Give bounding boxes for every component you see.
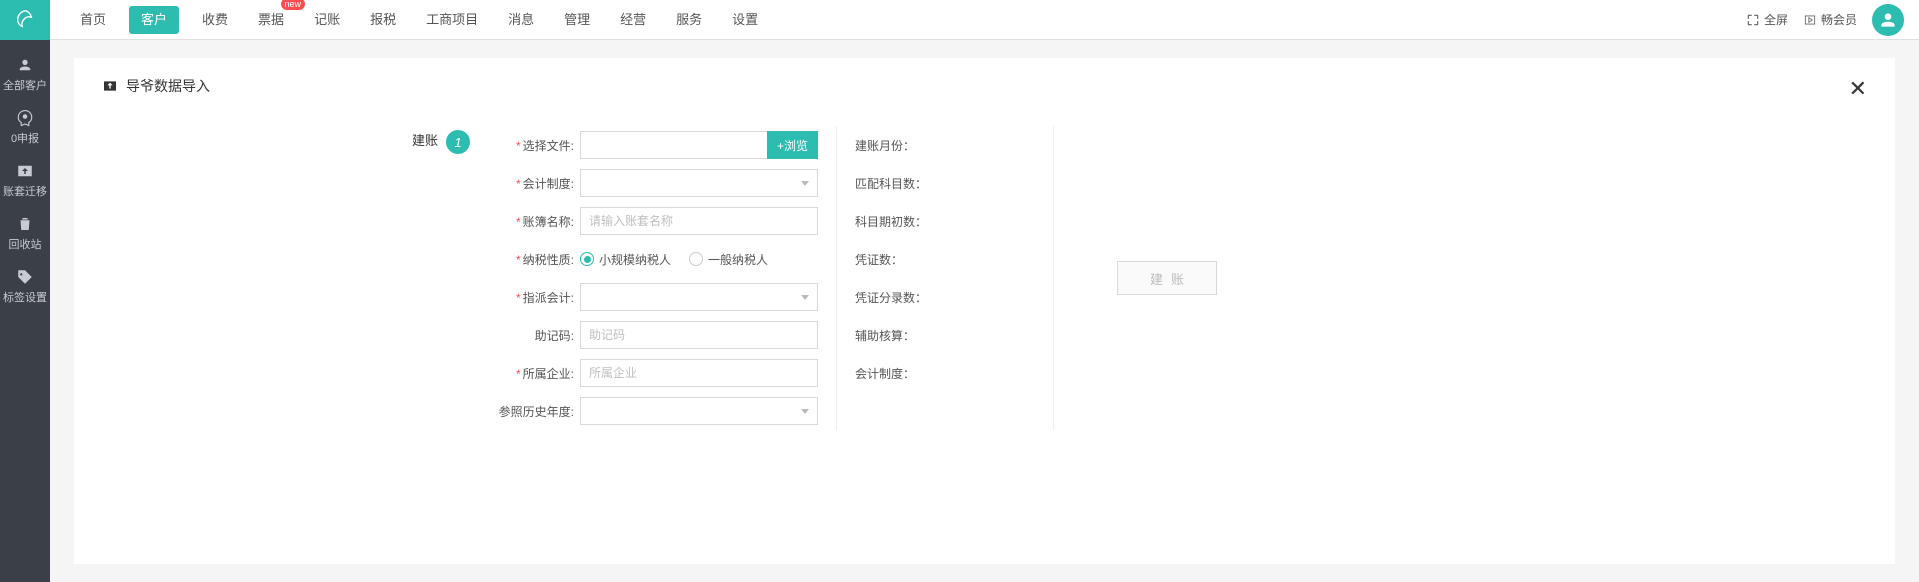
sidebar-label: 全部客户	[3, 77, 47, 93]
user-icon	[1878, 10, 1898, 30]
radio-small-scale[interactable]: 小规模纳税人	[580, 251, 671, 268]
row-dispatch-acc: *指派会计:	[488, 278, 818, 316]
nav-items: 首页 客户 收费 票据 new 记账 报税 工商项目 消息 管理 经营 服务 设…	[50, 0, 1746, 40]
form-columns: *选择文件: +浏览 *会计制度: *账簿名称:	[488, 126, 1262, 430]
member-label: 畅会员	[1821, 11, 1857, 28]
close-button[interactable]: ✕	[1849, 76, 1867, 102]
tag-icon	[16, 268, 34, 286]
info-create-month: 建账月份：	[855, 126, 1035, 164]
label-mnemonic: 助记码:	[488, 327, 580, 344]
badge-icon	[16, 109, 34, 127]
fullscreen-button[interactable]: 全屏	[1746, 11, 1788, 28]
stage-number-badge: 1	[446, 130, 470, 154]
info-match-subjects: 匹配科目数：	[855, 164, 1035, 202]
sidebar-item-migrate[interactable]: 账套迁移	[0, 154, 50, 207]
nav-service[interactable]: 服务	[661, 0, 717, 40]
row-select-file: *选择文件: +浏览	[488, 126, 818, 164]
nav-customer[interactable]: 客户	[129, 6, 179, 34]
row-book-name: *账簿名称:	[488, 202, 818, 240]
nav-business-project[interactable]: 工商项目	[411, 0, 493, 40]
sidebar-label: 标签设置	[3, 289, 47, 305]
file-input[interactable]	[580, 131, 767, 159]
info-voucher-entry: 凭证分录数：	[855, 278, 1035, 316]
top-nav: 首页 客户 收费 票据 new 记账 报税 工商项目 消息 管理 经营 服务 设…	[0, 0, 1919, 40]
nav-tax[interactable]: 报税	[355, 0, 411, 40]
select-dispatch-acc[interactable]	[580, 283, 818, 311]
sidebar-item-all-customers[interactable]: 全部客户	[0, 48, 50, 101]
body-wrap: 全部客户 0申报 账套迁移 回收站 标签设置 导爷数据导入 ✕	[0, 40, 1919, 582]
input-enterprise[interactable]	[580, 359, 818, 387]
video-icon	[1803, 13, 1817, 27]
select-ref-year[interactable]	[580, 397, 818, 425]
label-select-file: *选择文件:	[488, 137, 580, 154]
nav-right: 全屏 畅会员	[1746, 4, 1919, 36]
sidebar: 全部客户 0申报 账套迁移 回收站 标签设置	[0, 40, 50, 582]
form-right: 建账	[1072, 126, 1262, 430]
nav-charge[interactable]: 收费	[187, 0, 243, 40]
select-account-system[interactable]	[580, 169, 818, 197]
transfer-icon	[16, 162, 34, 180]
label-ref-year: 参照历史年度:	[488, 403, 580, 420]
nav-operate[interactable]: 经营	[605, 0, 661, 40]
fullscreen-label: 全屏	[1764, 11, 1788, 28]
row-ref-year: 参照历史年度:	[488, 392, 818, 430]
input-book-name[interactable]	[580, 207, 818, 235]
nav-bill[interactable]: 票据 new	[243, 0, 299, 40]
panel-title: 导爷数据导入	[102, 76, 1867, 96]
label-book-name: *账簿名称:	[488, 213, 580, 230]
people-icon	[16, 56, 34, 74]
panel-title-text: 导爷数据导入	[126, 76, 210, 96]
sidebar-item-tag-settings[interactable]: 标签设置	[0, 260, 50, 313]
browse-button[interactable]: +浏览	[767, 131, 818, 159]
sidebar-label: 0申报	[11, 130, 39, 146]
sidebar-label: 账套迁移	[3, 183, 47, 199]
info-subject-initial: 科目期初数：	[855, 202, 1035, 240]
form-middle: 建账月份： 匹配科目数： 科目期初数： 凭证数： 凭证分录数： 辅助核算： 会计…	[855, 126, 1035, 430]
member-button[interactable]: 畅会员	[1803, 11, 1857, 28]
label-tax-nature: *纳税性质:	[488, 251, 580, 268]
radio-dot-icon	[580, 252, 594, 266]
form-left: *选择文件: +浏览 *会计制度: *账簿名称:	[488, 126, 818, 430]
import-panel: 导爷数据导入 ✕ 建账 1 *选择文件: +浏览	[74, 58, 1895, 564]
radio-dot-icon	[689, 252, 703, 266]
stage-text: 建账	[412, 130, 438, 149]
content-area: 导爷数据导入 ✕ 建账 1 *选择文件: +浏览	[50, 40, 1919, 582]
vertical-divider	[1053, 126, 1054, 430]
info-voucher-count: 凭证数：	[855, 240, 1035, 278]
stage-indicator: 建账 1	[412, 126, 470, 430]
radio-general[interactable]: 一般纳税人	[689, 251, 768, 268]
row-enterprise: *所属企业:	[488, 354, 818, 392]
label-dispatch-acc: *指派会计:	[488, 289, 580, 306]
row-mnemonic: 助记码:	[488, 316, 818, 354]
sidebar-item-zero-declare[interactable]: 0申报	[0, 101, 50, 154]
trash-icon	[16, 215, 34, 233]
logo[interactable]	[0, 0, 50, 40]
label-account-system: *会计制度:	[488, 175, 580, 192]
info-acc-system: 会计制度：	[855, 354, 1035, 392]
radio-group-tax: 小规模纳税人 一般纳税人	[580, 251, 768, 268]
fullscreen-icon	[1746, 13, 1760, 27]
label-enterprise: *所属企业:	[488, 365, 580, 382]
row-account-system: *会计制度:	[488, 164, 818, 202]
avatar[interactable]	[1872, 4, 1904, 36]
row-tax-nature: *纳税性质: 小规模纳税人 一般纳税人	[488, 240, 818, 278]
leaf-icon	[14, 9, 36, 31]
nav-home[interactable]: 首页	[65, 0, 121, 40]
nav-message[interactable]: 消息	[493, 0, 549, 40]
input-mnemonic[interactable]	[580, 321, 818, 349]
nav-bill-label: 票据	[258, 12, 284, 27]
create-account-button[interactable]: 建账	[1117, 261, 1217, 295]
import-icon	[102, 78, 118, 94]
sidebar-item-recycle[interactable]: 回收站	[0, 207, 50, 260]
nav-bookkeeping[interactable]: 记账	[299, 0, 355, 40]
nav-manage[interactable]: 管理	[549, 0, 605, 40]
sidebar-label: 回收站	[9, 236, 42, 252]
form-wrap: 建账 1 *选择文件: +浏览 *会计制度:	[102, 126, 1867, 430]
vertical-divider	[836, 126, 837, 430]
nav-settings[interactable]: 设置	[717, 0, 773, 40]
info-auxiliary: 辅助核算：	[855, 316, 1035, 354]
